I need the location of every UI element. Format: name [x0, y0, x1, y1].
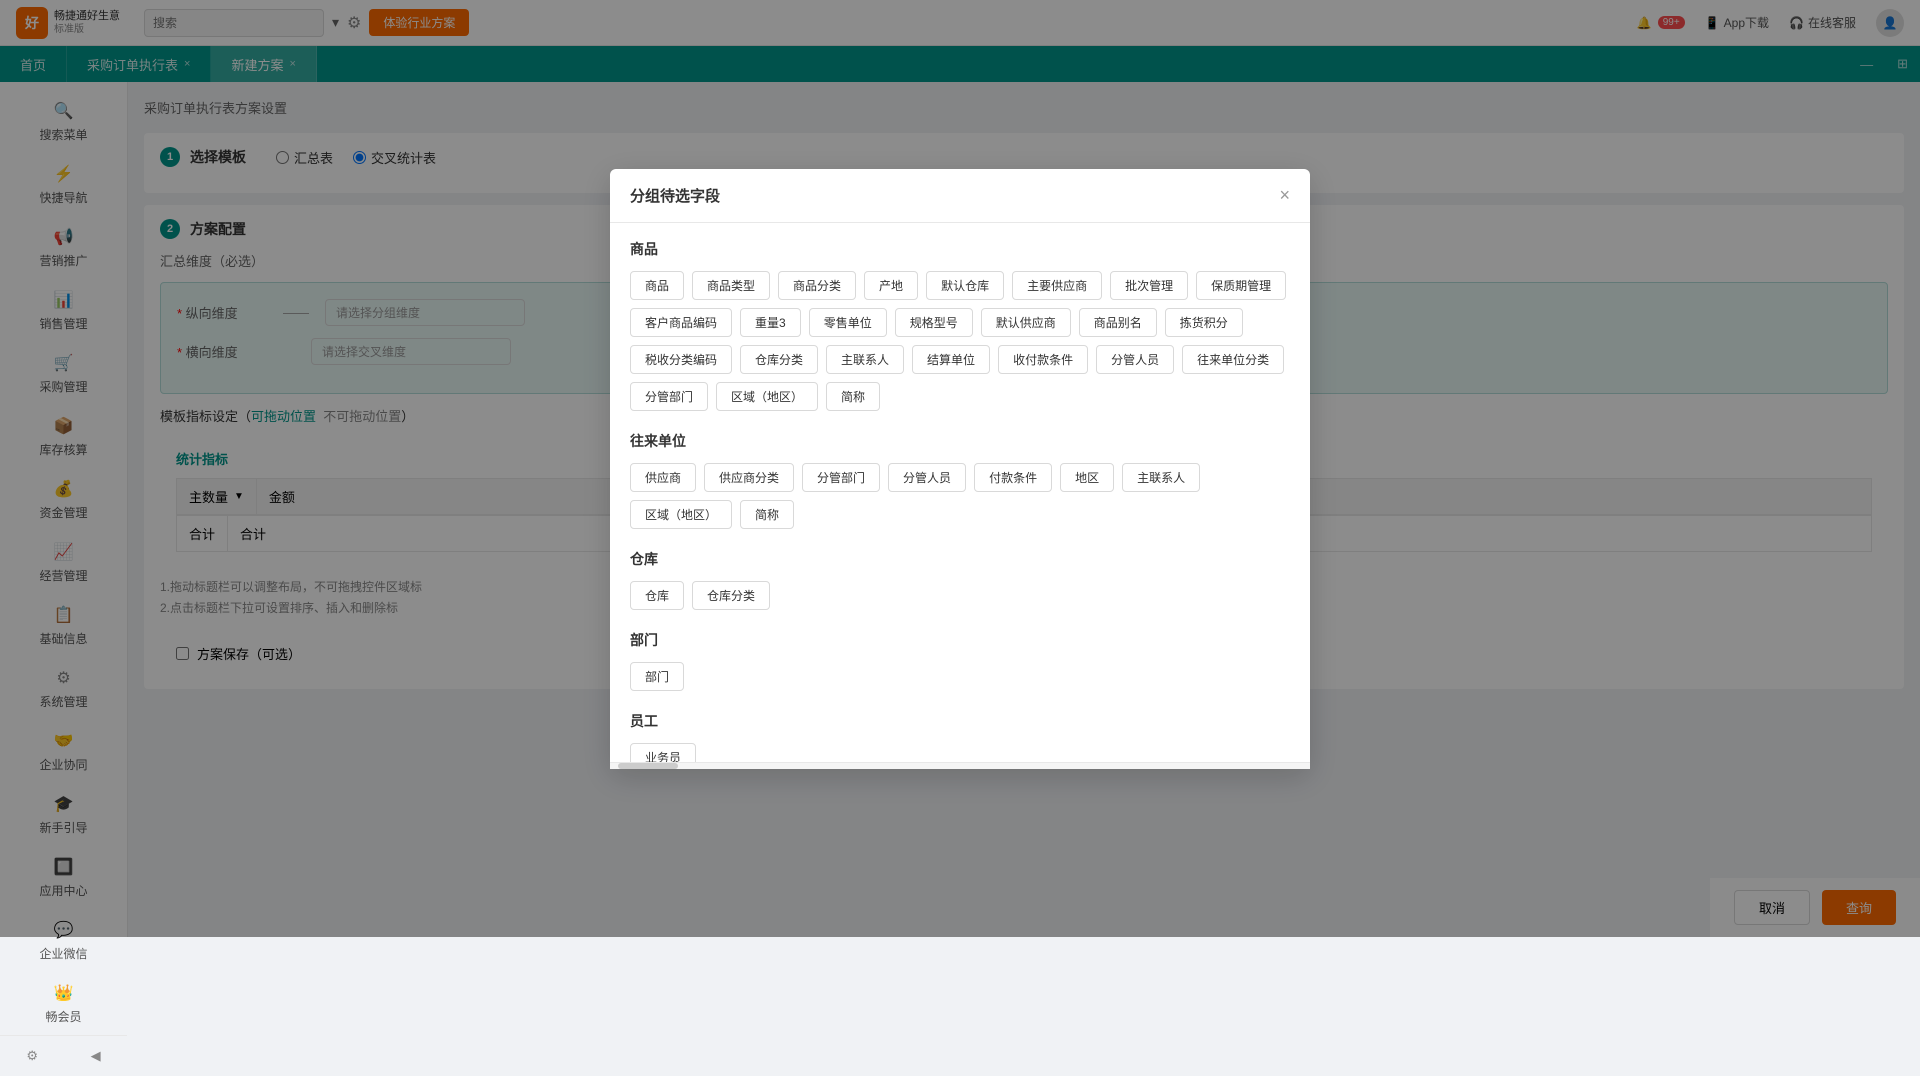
- field-tag-warehouse-category[interactable]: 仓库分类: [692, 581, 770, 610]
- field-tag-partner-cat[interactable]: 往来单位分类: [1182, 345, 1284, 374]
- field-tag-short-name-goods[interactable]: 简称: [826, 382, 880, 411]
- field-tag-goods-alias[interactable]: 商品别名: [1079, 308, 1157, 337]
- field-group-department: 部门 部门: [630, 630, 1290, 691]
- modal-overlay[interactable]: 分组待选字段 × 商品 商品 商品类型 商品分类 产地 默认仓库 主要供应商 批…: [0, 0, 1920, 937]
- field-tag-supervisor[interactable]: 分管人员: [1096, 345, 1174, 374]
- field-group-employee: 员工 业务员: [630, 711, 1290, 762]
- field-tag-quality-mgmt[interactable]: 保质期管理: [1196, 271, 1286, 300]
- field-tag-salesperson[interactable]: 业务员: [630, 743, 696, 762]
- field-tag-area[interactable]: 地区: [1060, 463, 1114, 492]
- field-tags-partner: 供应商 供应商分类 分管部门 分管人员 付款条件 地区 主联系人 区域（地区） …: [630, 463, 1290, 529]
- modal-title: 分组待选字段: [630, 185, 720, 206]
- field-tags-goods: 商品 商品类型 商品分类 产地 默认仓库 主要供应商 批次管理 保质期管理 客户…: [630, 271, 1290, 411]
- field-tag-dept[interactable]: 分管部门: [630, 382, 708, 411]
- field-tag-retail-unit[interactable]: 零售单位: [809, 308, 887, 337]
- group-title-warehouse: 仓库: [630, 549, 1290, 569]
- field-group-partner: 往来单位 供应商 供应商分类 分管部门 分管人员 付款条件 地区 主联系人 区域…: [630, 431, 1290, 529]
- field-tags-employee: 业务员: [630, 743, 1290, 762]
- modal-dialog: 分组待选字段 × 商品 商品 商品类型 商品分类 产地 默认仓库 主要供应商 批…: [610, 169, 1310, 769]
- field-tag-tax-code[interactable]: 税收分类编码: [630, 345, 732, 374]
- field-tag-goods-type[interactable]: 商品类型: [692, 271, 770, 300]
- modal-header: 分组待选字段 ×: [610, 169, 1310, 223]
- field-group-warehouse: 仓库 仓库 仓库分类: [630, 549, 1290, 610]
- sidebar-item-member[interactable]: 👑 畅会员: [0, 972, 127, 1035]
- field-tag-batch-mgmt[interactable]: 批次管理: [1110, 271, 1188, 300]
- field-tag-default-warehouse[interactable]: 默认仓库: [926, 271, 1004, 300]
- field-tag-customer-sku[interactable]: 客户商品编码: [630, 308, 732, 337]
- field-tag-partner-dept[interactable]: 分管部门: [802, 463, 880, 492]
- field-tag-partner-supervisor[interactable]: 分管人员: [888, 463, 966, 492]
- modal-horizontal-scrollbar[interactable]: [610, 762, 1310, 769]
- field-tag-pay-terms[interactable]: 付款条件: [974, 463, 1052, 492]
- group-title-department: 部门: [630, 630, 1290, 650]
- field-tag-short-name-partner[interactable]: 简称: [740, 500, 794, 529]
- field-tag-supplier-cat[interactable]: 供应商分类: [704, 463, 794, 492]
- field-tag-origin[interactable]: 产地: [864, 271, 918, 300]
- sidebar-bottom: ⚙ ◀: [0, 1035, 127, 1076]
- scroll-thumb[interactable]: [618, 763, 678, 769]
- field-tag-weight3[interactable]: 重量3: [740, 308, 801, 337]
- group-title-goods: 商品: [630, 239, 1290, 259]
- member-icon: 👑: [53, 982, 75, 1004]
- field-tag-region-partner[interactable]: 区域（地区）: [630, 500, 732, 529]
- field-tag-pick-points[interactable]: 拣货积分: [1165, 308, 1243, 337]
- field-tag-goods[interactable]: 商品: [630, 271, 684, 300]
- field-tag-goods-category[interactable]: 商品分类: [778, 271, 856, 300]
- field-tag-main-contact[interactable]: 主联系人: [826, 345, 904, 374]
- field-tag-default-supplier[interactable]: 默认供应商: [981, 308, 1071, 337]
- field-tag-settle-unit[interactable]: 结算单位: [912, 345, 990, 374]
- field-tag-main-supplier[interactable]: 主要供应商: [1012, 271, 1102, 300]
- group-title-employee: 员工: [630, 711, 1290, 731]
- settings-bottom-icon[interactable]: ⚙: [26, 1048, 38, 1064]
- field-tag-payment-terms[interactable]: 收付款条件: [998, 345, 1088, 374]
- field-tag-spec-model[interactable]: 规格型号: [895, 308, 973, 337]
- field-tag-department[interactable]: 部门: [630, 662, 684, 691]
- field-group-goods: 商品 商品 商品类型 商品分类 产地 默认仓库 主要供应商 批次管理 保质期管理…: [630, 239, 1290, 411]
- modal-close-button[interactable]: ×: [1279, 185, 1290, 206]
- field-tag-supplier[interactable]: 供应商: [630, 463, 696, 492]
- field-tag-partner-contact[interactable]: 主联系人: [1122, 463, 1200, 492]
- field-tags-department: 部门: [630, 662, 1290, 691]
- field-tag-region-goods[interactable]: 区域（地区）: [716, 382, 818, 411]
- field-tags-warehouse: 仓库 仓库分类: [630, 581, 1290, 610]
- field-tag-warehouse[interactable]: 仓库: [630, 581, 684, 610]
- field-tag-warehouse-cat[interactable]: 仓库分类: [740, 345, 818, 374]
- collapse-icon[interactable]: ◀: [91, 1048, 101, 1064]
- modal-body: 商品 商品 商品类型 商品分类 产地 默认仓库 主要供应商 批次管理 保质期管理…: [610, 223, 1310, 762]
- group-title-partner: 往来单位: [630, 431, 1290, 451]
